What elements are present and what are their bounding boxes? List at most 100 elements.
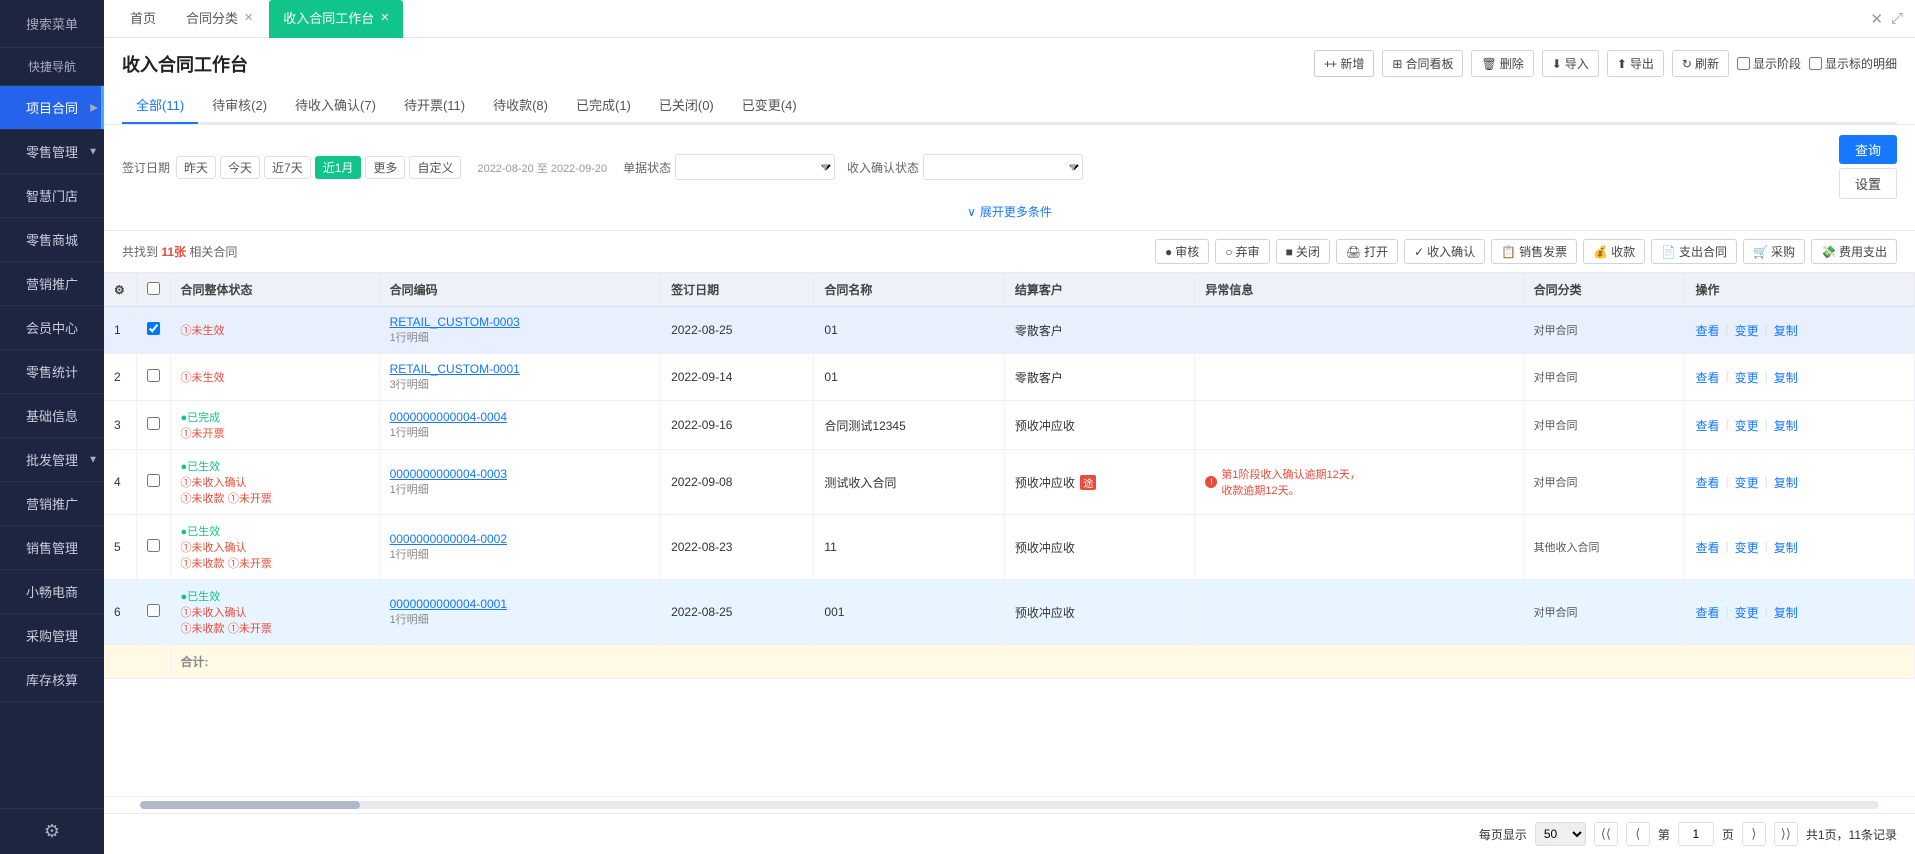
- doc-status-select[interactable]: [675, 154, 835, 180]
- row-checkbox[interactable]: [147, 474, 160, 487]
- cell-checkbox[interactable]: [136, 401, 170, 450]
- cell-checkbox[interactable]: [136, 450, 170, 515]
- filter-tab-pending-income-confirm[interactable]: 待收入确认(7): [281, 87, 390, 124]
- action-edit[interactable]: 变更: [1735, 604, 1759, 621]
- action-copy[interactable]: 复制: [1774, 604, 1798, 621]
- action-copy[interactable]: 复制: [1774, 539, 1798, 556]
- select-all-checkbox[interactable]: [147, 282, 160, 295]
- sidebar-item-basic-info[interactable]: 基础信息: [0, 394, 104, 438]
- sidebar-item-project-contract[interactable]: 项目合同 ▶: [0, 86, 104, 130]
- horizontal-scrollbar[interactable]: [104, 796, 1915, 813]
- expand-more-button[interactable]: ∨ 展开更多条件: [122, 203, 1897, 220]
- filter-tab-changed[interactable]: 已变更(4): [728, 87, 811, 124]
- toolbar-expense-btn[interactable]: 💸 费用支出: [1811, 239, 1897, 264]
- date-btn-custom[interactable]: 自定义: [409, 156, 461, 179]
- sidebar-item-retail-management[interactable]: 零售管理 ▼: [0, 130, 104, 174]
- action-view[interactable]: 查看: [1695, 604, 1719, 621]
- sidebar-item-retail-stats[interactable]: 零售统计: [0, 350, 104, 394]
- action-view[interactable]: 查看: [1695, 322, 1719, 339]
- filter-tab-pending-collection[interactable]: 待收款(8): [479, 87, 562, 124]
- sidebar-search[interactable]: 搜索菜单: [0, 0, 104, 48]
- sidebar-item-inventory[interactable]: 库存核算: [0, 658, 104, 702]
- contract-code-link[interactable]: RETAIL_CUSTOM-0001: [390, 362, 651, 376]
- action-view[interactable]: 查看: [1695, 369, 1719, 386]
- contract-code-link[interactable]: 0000000000004-0004: [390, 410, 651, 424]
- action-view[interactable]: 查看: [1695, 417, 1719, 434]
- action-edit[interactable]: 变更: [1735, 539, 1759, 556]
- action-copy[interactable]: 复制: [1774, 417, 1798, 434]
- row-checkbox[interactable]: [147, 604, 160, 617]
- row-checkbox[interactable]: [147, 369, 160, 382]
- maximize-icon[interactable]: ⤢: [1891, 10, 1903, 27]
- filter-tab-closed[interactable]: 已关闭(0): [645, 87, 728, 124]
- action-copy[interactable]: 复制: [1774, 369, 1798, 386]
- toolbar-review-btn[interactable]: ● 审核: [1155, 239, 1209, 264]
- toolbar-close-btn[interactable]: ■ 关闭: [1276, 239, 1330, 264]
- sidebar-item-wholesale[interactable]: 批发管理 ▼: [0, 438, 104, 482]
- sidebar-item-sales-management[interactable]: 销售管理: [0, 526, 104, 570]
- sidebar-item-purchase[interactable]: 采购管理: [0, 614, 104, 658]
- toolbar-collection-btn[interactable]: 💰 收款: [1583, 239, 1645, 264]
- row-checkbox[interactable]: [147, 322, 160, 335]
- scrollbar-thumb[interactable]: [140, 801, 360, 809]
- row-checkbox[interactable]: [147, 417, 160, 430]
- next-page-button[interactable]: ⟩: [1742, 822, 1766, 846]
- prev-page-button[interactable]: ⟨: [1626, 822, 1650, 846]
- date-btn-last7days[interactable]: 近7天: [264, 156, 311, 179]
- toolbar-sales-invoice-btn[interactable]: 📋 销售发票: [1491, 239, 1577, 264]
- sidebar-settings-button[interactable]: ⚙: [0, 808, 104, 854]
- toolbar-income-confirm-btn[interactable]: ✓ 收入确认: [1404, 239, 1485, 264]
- toolbar-print-btn[interactable]: 🖨 打开: [1336, 239, 1398, 264]
- action-edit[interactable]: 变更: [1735, 322, 1759, 339]
- query-button[interactable]: 查询: [1839, 135, 1897, 164]
- action-edit[interactable]: 变更: [1735, 474, 1759, 491]
- show-marks-input[interactable]: [1809, 57, 1822, 70]
- date-btn-yesterday[interactable]: 昨天: [176, 156, 216, 179]
- toolbar-out-contract-btn[interactable]: 📄 支出合同: [1651, 239, 1737, 264]
- action-copy[interactable]: 复制: [1774, 322, 1798, 339]
- sidebar-quick-nav[interactable]: 快捷导航: [0, 48, 104, 86]
- refresh-button[interactable]: ↻ 刷新: [1672, 50, 1729, 77]
- close-all-icon[interactable]: ✕: [1870, 10, 1883, 28]
- contract-code-link[interactable]: 0000000000004-0003: [390, 467, 651, 481]
- action-edit[interactable]: 变更: [1735, 369, 1759, 386]
- cell-checkbox[interactable]: [136, 515, 170, 580]
- show-stages-checkbox[interactable]: 显示阶段: [1737, 55, 1801, 72]
- last-page-button[interactable]: ⟩⟩: [1774, 822, 1798, 846]
- action-copy[interactable]: 复制: [1774, 474, 1798, 491]
- filter-tab-pending-review[interactable]: 待审核(2): [198, 87, 281, 124]
- action-view[interactable]: 查看: [1695, 539, 1719, 556]
- filter-tab-all[interactable]: 全部(11): [122, 87, 198, 124]
- tab-contract-category[interactable]: 合同分类 ✕: [172, 0, 267, 38]
- sidebar-item-smart-store[interactable]: 智慧门店: [0, 174, 104, 218]
- date-btn-last1month[interactable]: 近1月: [315, 156, 362, 179]
- tab-income-contract-close[interactable]: ✕: [380, 11, 389, 24]
- per-page-select[interactable]: 50 10 20 100: [1535, 822, 1586, 846]
- tab-income-contract[interactable]: 收入合同工作台 ✕: [269, 0, 403, 38]
- show-marks-checkbox[interactable]: 显示标的明细: [1809, 55, 1897, 72]
- first-page-button[interactable]: ⟨⟨: [1594, 822, 1618, 846]
- th-settings[interactable]: ⚙: [104, 273, 136, 307]
- filter-tab-completed[interactable]: 已完成(1): [562, 87, 645, 124]
- tab-contract-category-close[interactable]: ✕: [244, 11, 253, 24]
- sidebar-item-retail-mall[interactable]: 零售商城: [0, 218, 104, 262]
- contract-code-link[interactable]: RETAIL_CUSTOM-0003: [390, 315, 651, 329]
- sidebar-item-xiaochang[interactable]: 小畅电商: [0, 570, 104, 614]
- toolbar-abandon-btn[interactable]: ○ 弃审: [1215, 239, 1269, 264]
- date-btn-more[interactable]: 更多: [365, 156, 405, 179]
- action-edit[interactable]: 变更: [1735, 417, 1759, 434]
- settings-button[interactable]: 设置: [1839, 168, 1897, 199]
- page-number-input[interactable]: [1678, 822, 1714, 846]
- action-view[interactable]: 查看: [1695, 474, 1719, 491]
- filter-tab-pending-invoice[interactable]: 待开票(11): [390, 87, 479, 124]
- new-button[interactable]: + + 新增: [1314, 50, 1374, 77]
- income-confirm-select[interactable]: [923, 154, 1083, 180]
- sidebar-item-member-center[interactable]: 会员中心: [0, 306, 104, 350]
- cell-checkbox[interactable]: [136, 580, 170, 645]
- date-btn-today[interactable]: 今天: [220, 156, 260, 179]
- contract-board-button[interactable]: ⊞ 合同看板: [1382, 50, 1463, 77]
- contract-code-link[interactable]: 0000000000004-0002: [390, 532, 651, 546]
- toolbar-purchase-btn[interactable]: 🛒 采购: [1743, 239, 1805, 264]
- contract-code-link[interactable]: 0000000000004-0001: [390, 597, 651, 611]
- import-button[interactable]: ⬇ 导入: [1542, 50, 1599, 77]
